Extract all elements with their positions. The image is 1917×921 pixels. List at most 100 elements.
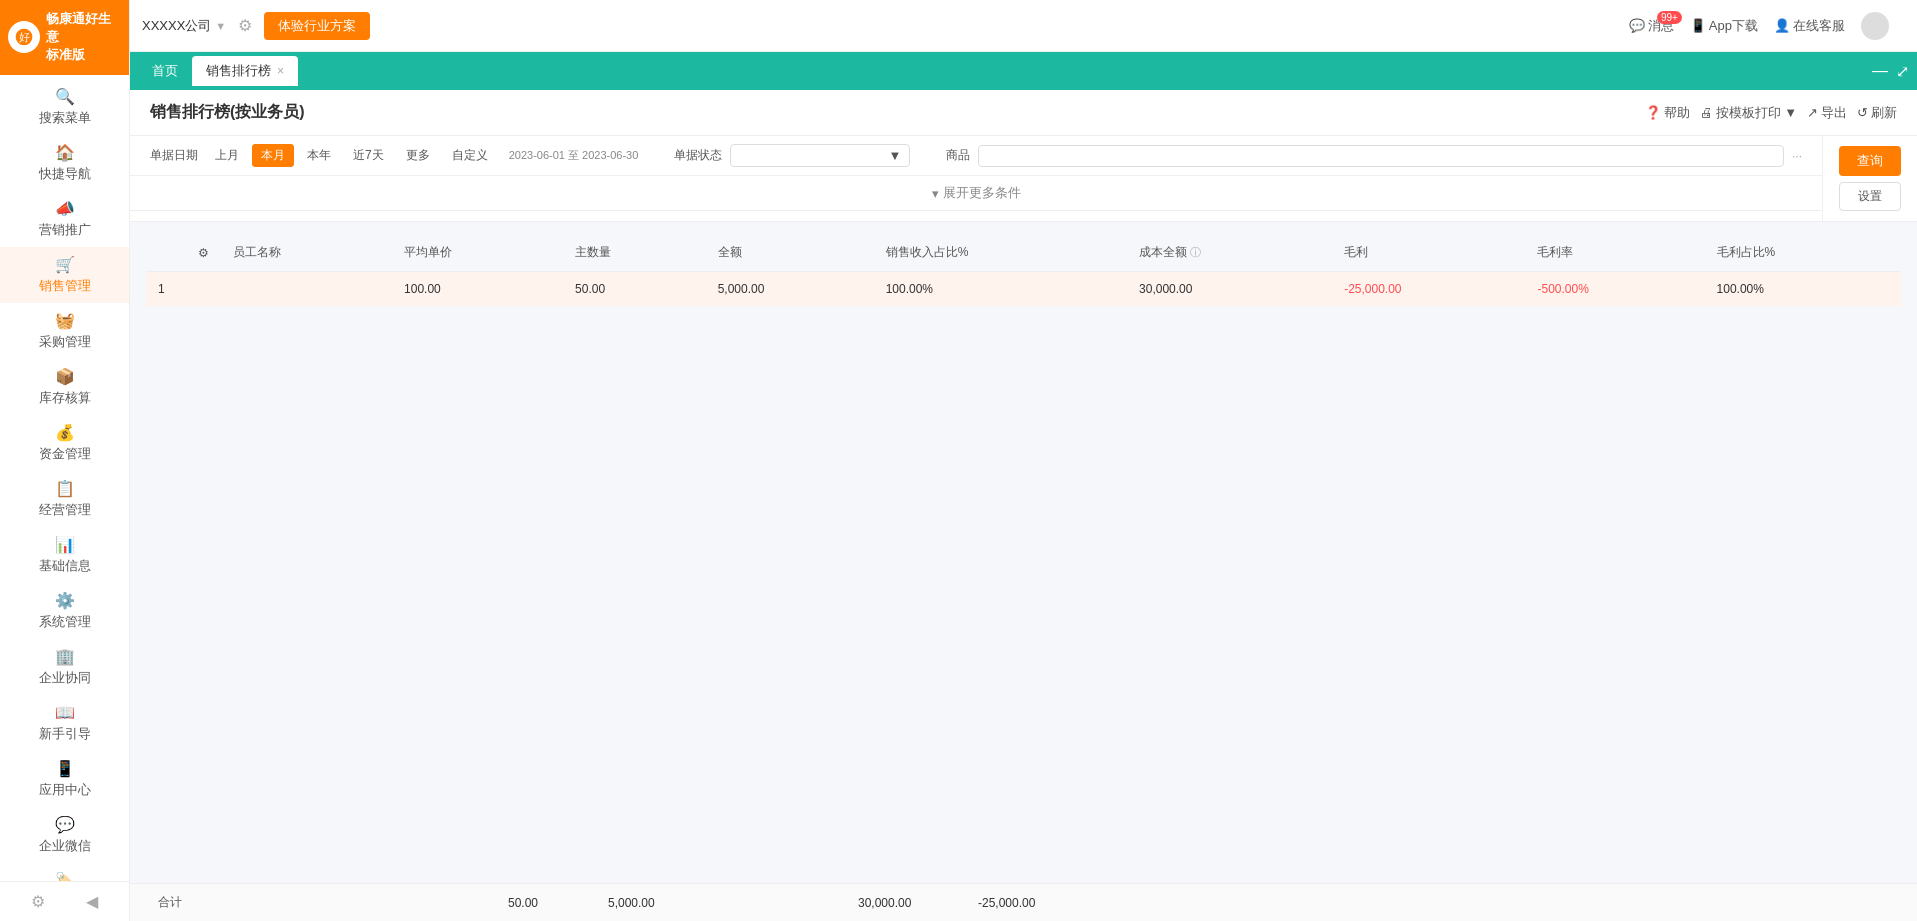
- table-body: 1 100.00 50.00 5,000.00 100.00% 30,000.0…: [146, 272, 1901, 307]
- footer-label: 合计: [146, 894, 496, 911]
- sidebar-item-system[interactable]: ⚙️ 系统管理: [0, 583, 129, 639]
- col-qty: 主数量: [563, 234, 706, 272]
- query-side: 查询 设置: [1822, 136, 1917, 221]
- date-btn-custom[interactable]: 自定义: [443, 144, 497, 167]
- sidebar-icon-system: ⚙️: [55, 591, 75, 610]
- sidebar-icon-enterprise: 🏢: [55, 647, 75, 666]
- cell-settings: [186, 272, 221, 307]
- date-btn-last-month[interactable]: 上月: [206, 144, 248, 167]
- company-name: XXXXX公司: [142, 17, 211, 35]
- table-row: 1 100.00 50.00 5,000.00 100.00% 30,000.0…: [146, 272, 1901, 307]
- sidebar-item-inventory[interactable]: 📦 库存核算: [0, 359, 129, 415]
- tab-sales-ranking[interactable]: 销售排行榜 ×: [192, 56, 298, 86]
- status-label: 单据状态: [674, 147, 722, 164]
- query-button[interactable]: 查询: [1839, 146, 1901, 176]
- sidebar-icon-operations: 📋: [55, 479, 75, 498]
- template-print-btn[interactable]: 🖨 按模板打印 ▼: [1700, 104, 1797, 122]
- sidebar-label-system: 系统管理: [39, 613, 91, 631]
- print-dropdown-icon: ▼: [1784, 105, 1797, 120]
- sidebar-footer: ⚙ ◀: [0, 881, 129, 921]
- expand-more-btn[interactable]: ▾ 展开更多条件: [920, 180, 1033, 206]
- tab-label: 销售排行榜: [206, 62, 271, 80]
- status-filter: 单据状态 ▼: [674, 144, 910, 167]
- sidebar-label-operations: 经营管理: [39, 501, 91, 519]
- sidebar-icon-marketing: 📣: [55, 199, 75, 218]
- goods-more-icon[interactable]: ···: [1792, 149, 1802, 163]
- export-btn[interactable]: ↗ 导出: [1807, 104, 1847, 122]
- company-selector[interactable]: XXXXX公司 ▼: [142, 17, 226, 35]
- cell-employee: [221, 272, 392, 307]
- settings-footer-icon[interactable]: ⚙: [31, 892, 45, 911]
- content-area: 销售排行榜(按业务员) ❓ 帮助 🖨 按模板打印 ▼ ↗ 导出 ↺ 刷新: [130, 90, 1917, 921]
- refresh-btn[interactable]: ↺ 刷新: [1857, 104, 1897, 122]
- collapse-icon[interactable]: ◀: [86, 892, 98, 911]
- col-avg-price: 平均单价: [392, 234, 563, 272]
- sidebar-item-guide[interactable]: 📖新手引导: [0, 695, 129, 751]
- settings-button[interactable]: 设置: [1839, 182, 1901, 211]
- help-icon: ❓: [1645, 105, 1661, 120]
- minimize-icon[interactable]: —: [1872, 62, 1888, 81]
- cell-gross-profit: -25,000.00: [1332, 272, 1525, 307]
- sidebar-item-operations[interactable]: 📋 经营管理: [0, 471, 129, 527]
- sidebar-item-purchase[interactable]: 🧺采购管理: [0, 303, 129, 359]
- page-actions: ❓ 帮助 🖨 按模板打印 ▼ ↗ 导出 ↺ 刷新: [1645, 104, 1897, 122]
- sidebar-item-weixin[interactable]: 💬企业微信: [0, 807, 129, 863]
- date-label: 单据日期: [150, 147, 198, 164]
- main-area: XXXXX公司 ▼ ⚙ 体验行业方案 💬 消息 99+ 📱 App下载 👤 在线…: [130, 0, 1917, 921]
- sidebar-item-quick-nav[interactable]: 🏠快捷导航: [0, 135, 129, 191]
- sidebar-item-marketing[interactable]: 📣 营销推广: [0, 191, 129, 247]
- col-gross-profit: 毛利: [1332, 234, 1525, 272]
- date-btn-this-month[interactable]: 本月: [252, 144, 294, 167]
- sidebar-item-finance[interactable]: 💰资金管理: [0, 415, 129, 471]
- status-dropdown-icon: ▼: [888, 148, 901, 163]
- help-btn[interactable]: ❓ 帮助: [1645, 104, 1690, 122]
- status-select[interactable]: ▼: [730, 144, 910, 167]
- sidebar-item-search[interactable]: 🔍 搜索菜单: [0, 79, 129, 135]
- sidebar-label-enterprise: 企业协同: [39, 669, 91, 687]
- sidebar-label-search: 搜索菜单: [39, 109, 91, 127]
- goods-label: 商品: [946, 147, 970, 164]
- tab-home[interactable]: 首页: [138, 54, 192, 88]
- date-btn-7days[interactable]: 近7天: [344, 144, 393, 167]
- col-settings[interactable]: ⚙: [186, 234, 221, 272]
- maximize-icon[interactable]: ⤢: [1896, 62, 1909, 81]
- avatar[interactable]: [1861, 12, 1889, 40]
- sidebar-item-sales[interactable]: 🛒销售管理: [0, 247, 129, 303]
- svg-text:好: 好: [19, 31, 30, 43]
- goods-filter: 商品 ···: [946, 145, 1802, 167]
- col-cost: 成本全额 ⓘ: [1127, 234, 1332, 272]
- table-wrap: ⚙ 员工名称 平均单价 主数量 全额 销售收入占比% 成本全额 ⓘ 毛利 毛利率…: [130, 222, 1917, 883]
- sidebar-label-marketing: 营销推广: [39, 221, 91, 239]
- goods-input[interactable]: [978, 145, 1784, 167]
- col-gross-pct: 毛利占比%: [1705, 234, 1901, 272]
- sidebar-item-enterprise[interactable]: 🏢 企业协同: [0, 639, 129, 695]
- topbar-settings-icon[interactable]: ⚙: [238, 16, 252, 35]
- service-btn[interactable]: 👤 在线客服: [1774, 17, 1845, 35]
- date-range-display: 2023-06-01 至 2023-06-30: [509, 148, 639, 163]
- sidebar-icon-search: 🔍: [55, 87, 75, 106]
- date-btn-this-year[interactable]: 本年: [298, 144, 340, 167]
- sidebar-item-app-center[interactable]: 📱应用中心: [0, 751, 129, 807]
- app-download-btn[interactable]: 📱 App下载: [1690, 17, 1758, 35]
- sidebar-label-inventory: 库存核算: [39, 389, 91, 407]
- sidebar-icon-inventory: 📦: [55, 367, 75, 386]
- cell-sales-pct: 100.00%: [874, 272, 1127, 307]
- message-badge: 99+: [1657, 11, 1682, 24]
- date-filter: 单据日期 上月 本月 本年 近7天 更多 自定义 2023-06-01 至 20…: [150, 144, 638, 167]
- col-employee: 员工名称: [221, 234, 392, 272]
- sidebar-item-member[interactable]: 🏷️畅会员: [0, 863, 129, 881]
- message-btn[interactable]: 💬 消息 99+: [1629, 17, 1674, 35]
- expand-arrow-icon: ▾: [932, 186, 939, 201]
- sidebar-item-basics[interactable]: 📊基础信息: [0, 527, 129, 583]
- trial-btn[interactable]: 体验行业方案: [264, 12, 370, 40]
- sidebar-label-guide: 新手引导: [39, 725, 91, 743]
- date-btn-more[interactable]: 更多: [397, 144, 439, 167]
- filter-section: 单据日期 上月 本月 本年 近7天 更多 自定义 2023-06-01 至 20…: [130, 136, 1917, 222]
- sidebar-icon-purchase: 🧺: [55, 311, 75, 330]
- tab-close-icon[interactable]: ×: [277, 64, 284, 78]
- refresh-icon: ↺: [1857, 105, 1868, 120]
- table-header: ⚙ 员工名称 平均单价 主数量 全额 销售收入占比% 成本全额 ⓘ 毛利 毛利率…: [146, 234, 1901, 272]
- table-footer: 合计 50.00 5,000.00 30,000.00 -25,000.00: [130, 883, 1917, 921]
- sidebar-icon-quick-nav: 🏠: [55, 143, 75, 162]
- sidebar-icon-basics: 📊: [55, 535, 75, 554]
